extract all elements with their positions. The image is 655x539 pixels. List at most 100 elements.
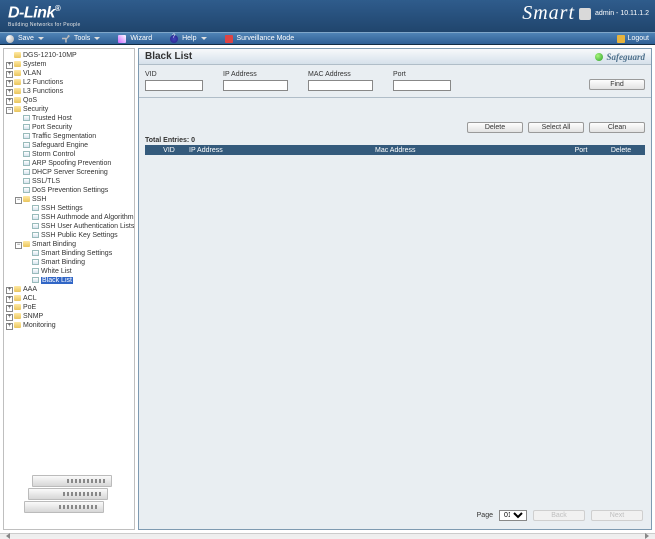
tree-item[interactable]: White List (41, 268, 72, 275)
tree-toggle[interactable]: + (6, 71, 13, 78)
tree-item[interactable]: SNMP (23, 313, 43, 320)
tree-item[interactable]: Traffic Segmentation (32, 133, 96, 140)
tree-item[interactable]: VLAN (23, 70, 41, 77)
tree-item[interactable]: SSH Public Key Settings (41, 232, 118, 239)
tree-item[interactable]: L3 Functions (23, 88, 63, 95)
tree-toggle[interactable]: − (6, 107, 13, 114)
safeguard-icon (595, 53, 603, 61)
pager: Page 01 Back Next (477, 510, 643, 521)
label-vid: VID (145, 71, 203, 78)
tree-item[interactable]: SSL/TLS (32, 178, 60, 185)
tree-item[interactable]: DGS-1210-10MP (23, 52, 77, 59)
folder-icon (14, 61, 21, 67)
menu-surveillance[interactable]: Surveillance Mode (225, 35, 295, 43)
wand-icon (118, 35, 126, 43)
folder-icon (14, 79, 21, 85)
page-title: Black List (145, 51, 192, 62)
page-icon (23, 115, 30, 121)
tree-toggle[interactable]: − (15, 242, 22, 249)
tree-item[interactable]: ACL (23, 295, 37, 302)
main-panel: Black List Safeguard VID IP Address MAC … (138, 48, 652, 530)
folder-icon (14, 52, 21, 58)
tree-item[interactable]: AAA (23, 286, 37, 293)
disk-icon (6, 35, 14, 43)
folder-icon (14, 106, 21, 112)
tree-item[interactable]: SSH Authmode and Algorithm Settings (41, 214, 135, 221)
tree-toggle[interactable]: + (6, 296, 13, 303)
tree-item[interactable]: ARP Spoofing Prevention (32, 160, 111, 167)
tree-toggle[interactable]: + (6, 80, 13, 87)
page-icon (23, 160, 30, 166)
port-input[interactable] (393, 80, 451, 91)
tree-item[interactable]: DHCP Server Screening (32, 169, 108, 176)
tree-toggle[interactable]: + (6, 323, 13, 330)
page-back-button[interactable]: Back (533, 510, 585, 521)
page-icon (32, 223, 39, 229)
product-name: Smart (522, 2, 575, 25)
clean-button[interactable]: Clean (589, 122, 645, 133)
tree-toggle[interactable]: + (6, 62, 13, 69)
folder-icon (14, 322, 21, 328)
menu-wizard[interactable]: Wizard (118, 35, 152, 43)
device-image (6, 467, 132, 527)
tree-item[interactable]: DoS Prevention Settings (32, 187, 108, 194)
tree-toggle[interactable]: − (15, 197, 22, 204)
folder-icon (14, 304, 21, 310)
folder-icon (23, 241, 30, 247)
page-icon (32, 259, 39, 265)
folder-icon (23, 196, 30, 202)
folder-icon (14, 295, 21, 301)
tree-item[interactable]: L2 Functions (23, 79, 63, 86)
safeguard-badge: Safeguard (595, 52, 645, 62)
tree-item[interactable]: Storm Control (32, 151, 75, 158)
page-select[interactable]: 01 (499, 510, 527, 521)
menu-help[interactable]: Help (170, 35, 206, 43)
tree-item[interactable]: Smart Binding Settings (41, 250, 112, 257)
page-icon (23, 142, 30, 148)
delete-button[interactable]: Delete (467, 122, 523, 133)
ip-input[interactable] (223, 80, 288, 91)
nav-tree: DGS-1210-10MP + System + VLAN + L2 Functions + L… (3, 48, 135, 530)
page-icon (23, 169, 30, 175)
logout-button[interactable]: Logout (617, 35, 649, 43)
table-header: VID IP Address Mac Address Port Delete (145, 145, 645, 155)
select-all-button[interactable]: Select All (528, 122, 584, 133)
menu-tools[interactable]: Tools (62, 35, 100, 43)
tree-toggle[interactable]: + (6, 305, 13, 312)
page-icon (32, 205, 39, 211)
tree-item[interactable]: SSH (32, 196, 46, 203)
tree-item[interactable]: QoS (23, 97, 37, 104)
page-icon (23, 124, 30, 130)
tree-toggle[interactable]: + (6, 98, 13, 105)
tree-item[interactable]: Black List (41, 277, 73, 284)
menu-save[interactable]: Save (6, 35, 44, 43)
bottom-bar (0, 533, 655, 537)
page-icon (23, 151, 30, 157)
tree-item[interactable]: PoE (23, 304, 36, 311)
find-button[interactable]: Find (589, 79, 645, 90)
tree-toggle[interactable]: + (6, 314, 13, 321)
tree-item[interactable]: Smart Binding (32, 241, 76, 248)
tree-item[interactable]: Safeguard Engine (32, 142, 88, 149)
page-icon (32, 268, 39, 274)
tree-item[interactable]: System (23, 61, 46, 68)
logout-icon (617, 35, 625, 43)
menu-bar: Save Tools Wizard Help Surveillance Mode… (0, 32, 655, 45)
label-mac: MAC Address (308, 71, 373, 78)
label-port: Port (393, 71, 451, 78)
tree-item[interactable]: Smart Binding (41, 259, 85, 266)
tree-toggle[interactable]: + (6, 287, 13, 294)
page-icon (32, 250, 39, 256)
user-info: admin - 10.11.1.2 (595, 10, 649, 17)
tree-item[interactable]: Trusted Host (32, 115, 72, 122)
tree-item[interactable]: Monitoring (23, 322, 56, 329)
tree-item[interactable]: Security (23, 106, 48, 113)
vid-input[interactable] (145, 80, 203, 91)
tree-toggle[interactable]: + (6, 89, 13, 96)
tree-item[interactable]: Port Security (32, 124, 72, 131)
tree-item[interactable]: SSH User Authentication Lists (41, 223, 134, 230)
mac-input[interactable] (308, 80, 373, 91)
page-next-button[interactable]: Next (591, 510, 643, 521)
help-icon (170, 35, 178, 43)
tree-item[interactable]: SSH Settings (41, 205, 83, 212)
